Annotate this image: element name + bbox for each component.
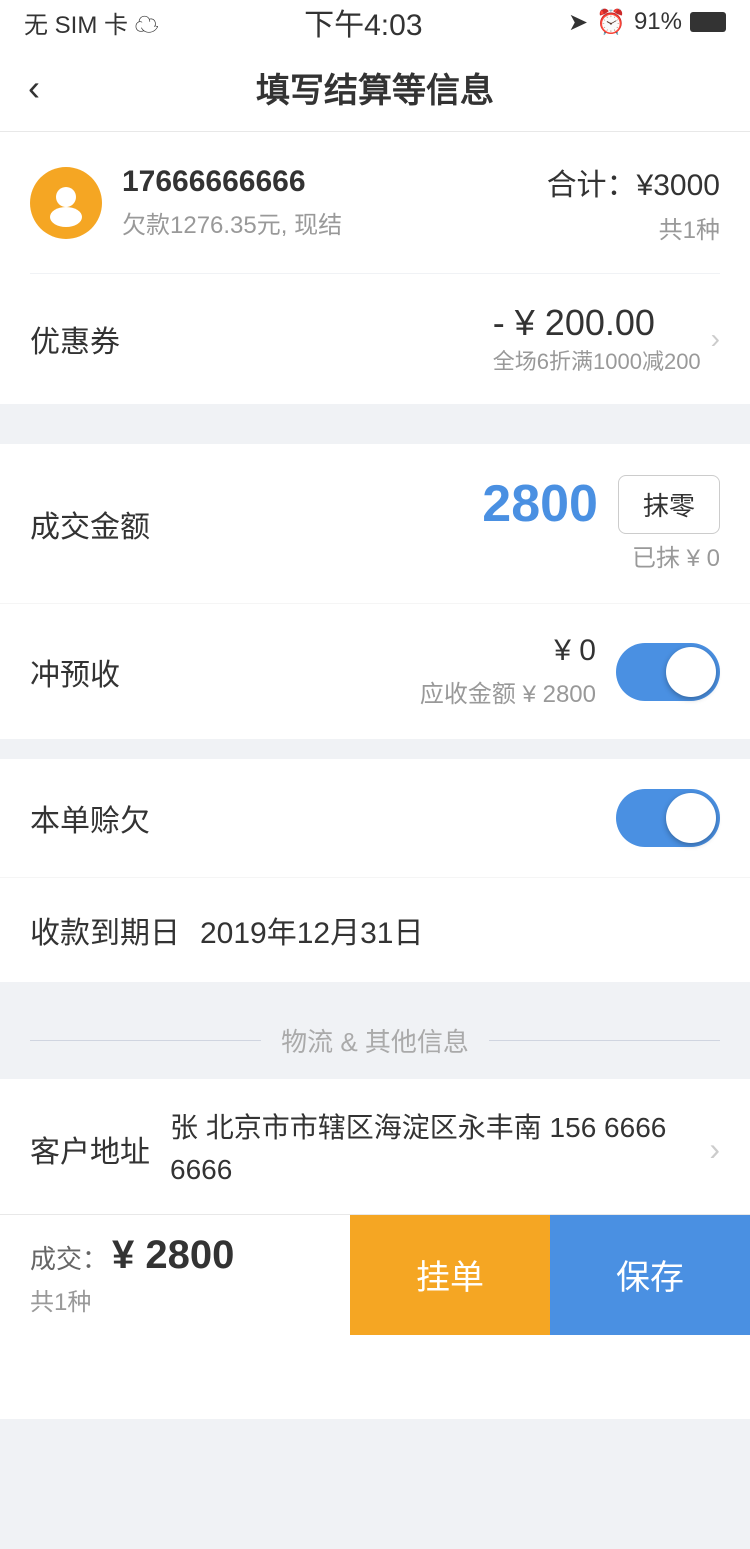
customer-left: 17666666666 欠款1276.35元, 现结 bbox=[30, 165, 342, 240]
deal-amount-sub: 已抹 ¥ 0 bbox=[482, 538, 720, 573]
customer-right: 合计：¥3000 共1种 bbox=[547, 160, 720, 245]
bottom-info: 成交： ¥ 2800 共1种 bbox=[0, 1233, 350, 1317]
coupon-row[interactable]: 优惠券 - ¥ 200.00 全场6折满1000减200 › bbox=[0, 274, 750, 404]
logistics-text: 物流 & 其他信息 bbox=[281, 1022, 469, 1059]
logistics-line-right bbox=[489, 1040, 720, 1041]
bottom-amount: ¥ 2800 bbox=[112, 1233, 234, 1278]
logistics-line-left bbox=[30, 1040, 261, 1041]
bottom-bar: 成交： ¥ 2800 共1种 挂单 保存 bbox=[0, 1214, 750, 1334]
hang-button[interactable]: 挂单 bbox=[350, 1215, 550, 1335]
status-time: 下午4:03 bbox=[304, 0, 422, 44]
battery-icon bbox=[690, 12, 726, 32]
ben-dan-toggle[interactable] bbox=[616, 789, 720, 847]
back-button[interactable]: ‹ bbox=[28, 67, 40, 109]
chong-yushou-amount: ¥ 0 bbox=[420, 634, 596, 668]
customer-phone: 17666666666 bbox=[122, 165, 342, 199]
battery-level: 91% bbox=[634, 8, 682, 36]
gray-separator-2 bbox=[0, 739, 750, 759]
total-amount: 合计：¥3000 bbox=[547, 160, 720, 204]
chong-yushou-label: 冲预收 bbox=[30, 650, 120, 694]
status-right: ➤ ⏰ 91% bbox=[568, 8, 726, 37]
bottom-count: 共1种 bbox=[30, 1282, 320, 1317]
bottom-chengjiao-label: 成交： bbox=[30, 1239, 108, 1276]
sim-status: 无 SIM 卡 ☁ bbox=[24, 5, 159, 40]
coupon-desc: 全场6折满1000减200 bbox=[493, 344, 701, 376]
content-area: 17666666666 欠款1276.35元, 现结 合计：¥3000 共1种 … bbox=[0, 132, 750, 1549]
ben-dan-label: 本单赊欠 bbox=[30, 796, 150, 840]
due-date-row: 收款到期日 2019年12月31日 bbox=[0, 878, 750, 982]
form-section-1: 成交金额 2800 抹零 已抹 ¥ 0 冲预收 ¥ 0 应收金额 ¥ 2800 bbox=[0, 444, 750, 739]
customer-card: 17666666666 欠款1276.35元, 现结 合计：¥3000 共1种 … bbox=[0, 132, 750, 404]
due-date-value: 2019年12月31日 bbox=[200, 908, 423, 952]
due-date-label: 收款到期日 bbox=[30, 908, 180, 952]
save-button[interactable]: 保存 bbox=[550, 1215, 750, 1335]
chevron-right-icon: › bbox=[711, 323, 720, 355]
deal-amount-label: 成交金额 bbox=[30, 502, 150, 546]
form-section-2: 本单赊欠 收款到期日 2019年12月31日 bbox=[0, 759, 750, 982]
customer-row: 17666666666 欠款1276.35元, 现结 合计：¥3000 共1种 bbox=[0, 132, 750, 273]
coupon-discount: - ¥ 200.00 bbox=[493, 302, 701, 344]
coupon-right: - ¥ 200.00 全场6折满1000减200 › bbox=[493, 302, 720, 376]
status-left: 无 SIM 卡 ☁ bbox=[24, 5, 159, 40]
address-value: 张 北京市市辖区海淀区永丰南 156 6666 6666 bbox=[170, 1107, 699, 1191]
avatar-icon bbox=[42, 179, 90, 227]
deal-amount-row: 成交金额 2800 抹零 已抹 ¥ 0 bbox=[0, 444, 750, 604]
total-count: 共1种 bbox=[547, 210, 720, 245]
chong-yushou-toggle[interactable] bbox=[616, 643, 720, 701]
toggle-knob bbox=[666, 647, 716, 697]
round-zero-button[interactable]: 抹零 bbox=[618, 475, 720, 534]
ben-dan-row: 本单赊欠 bbox=[0, 759, 750, 878]
status-bar: 无 SIM 卡 ☁ 下午4:03 ➤ ⏰ 91% bbox=[0, 0, 750, 44]
location-icon: ➤ bbox=[568, 8, 588, 37]
deal-amount-right: 2800 抹零 bbox=[482, 474, 720, 534]
coupon-label: 优惠券 bbox=[30, 317, 120, 361]
nav-bar: ‹ 填写结算等信息 bbox=[0, 44, 750, 132]
ben-dan-toggle-knob bbox=[666, 793, 716, 843]
avatar bbox=[30, 167, 102, 239]
gray-separator-3 bbox=[0, 982, 750, 1002]
address-row[interactable]: 客户地址 张 北京市市辖区海淀区永丰南 156 6666 6666 › bbox=[0, 1079, 750, 1219]
logistics-divider: 物流 & 其他信息 bbox=[0, 1002, 750, 1079]
deal-amount-value: 2800 bbox=[482, 474, 598, 534]
address-chevron-icon: › bbox=[709, 1131, 720, 1168]
chong-yushou-receivable: 应收金额 ¥ 2800 bbox=[420, 674, 596, 709]
chong-yushou-row: 冲预收 ¥ 0 应收金额 ¥ 2800 bbox=[0, 604, 750, 739]
customer-info: 17666666666 欠款1276.35元, 现结 bbox=[122, 165, 342, 240]
alarm-icon: ⏰ bbox=[596, 8, 626, 37]
customer-debt: 欠款1276.35元, 现结 bbox=[122, 205, 342, 240]
page-title: 填写结算等信息 bbox=[256, 63, 494, 112]
gray-separator-1 bbox=[0, 424, 750, 444]
address-label: 客户地址 bbox=[30, 1127, 150, 1171]
